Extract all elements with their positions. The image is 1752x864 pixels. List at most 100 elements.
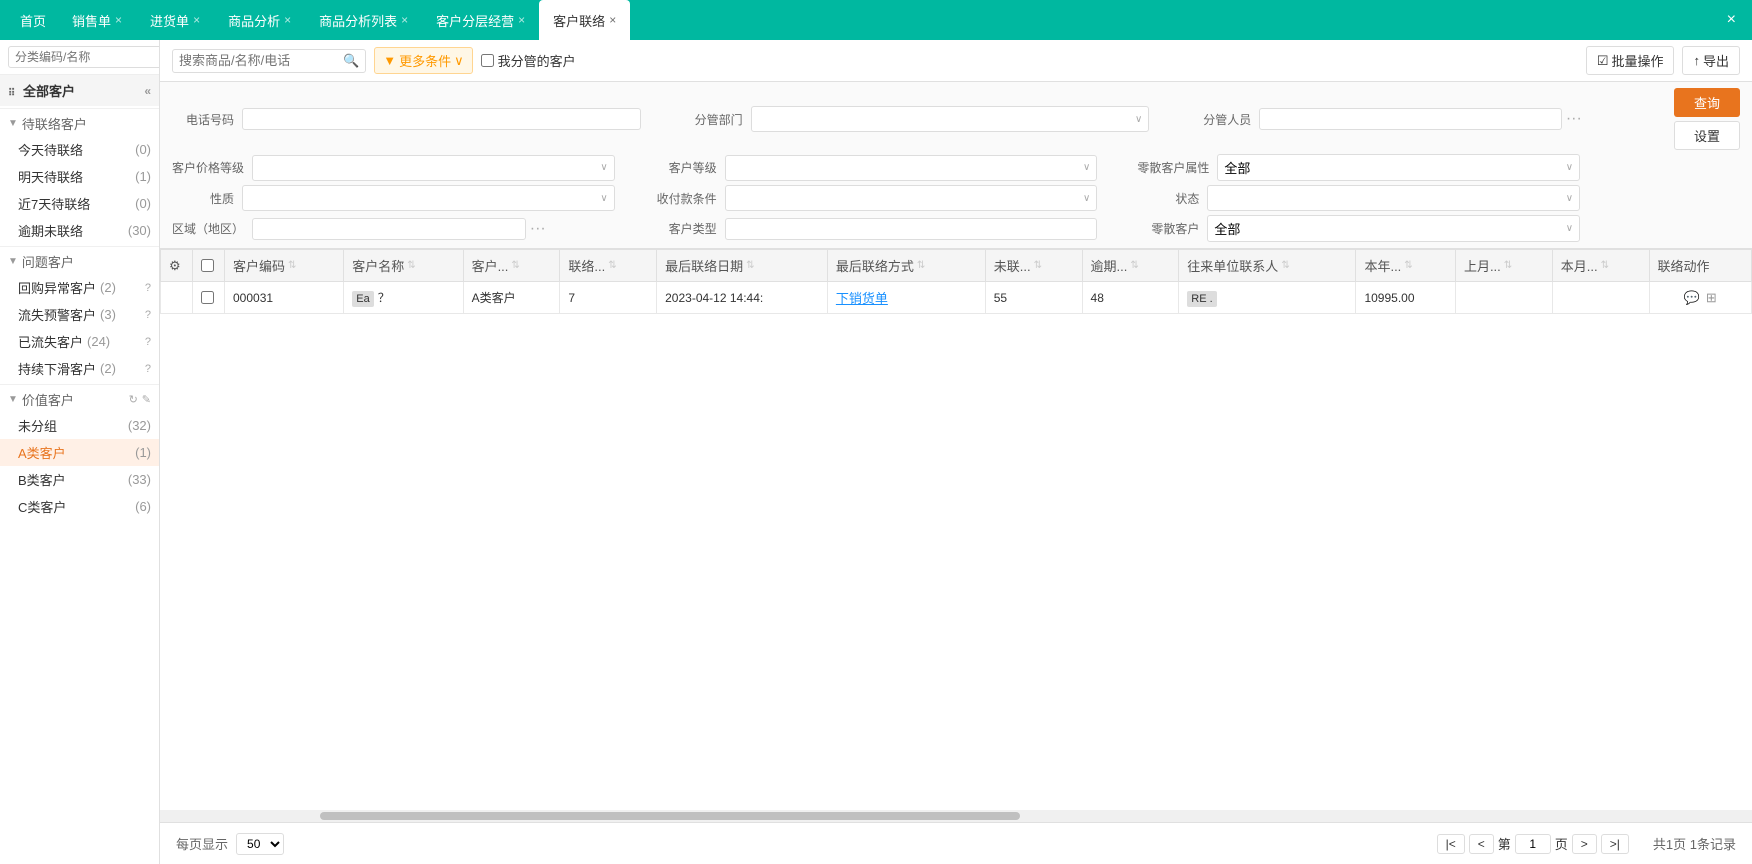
nature-select[interactable]: ∨ — [242, 185, 615, 211]
first-page-button[interactable]: |< — [1437, 834, 1465, 854]
col-check[interactable] — [193, 250, 225, 282]
person-ellipsis[interactable]: ··· — [1562, 110, 1586, 128]
col-person[interactable]: 往来单位联系人⇅ — [1179, 250, 1356, 282]
region-input[interactable] — [252, 218, 526, 240]
sidebar-search-input[interactable] — [8, 46, 160, 68]
col-type[interactable]: 客户...⇅ — [463, 250, 560, 282]
customer-type-input[interactable] — [725, 218, 1098, 240]
sidebar-item-declining[interactable]: 持续下滑客户 (2) ? — [0, 355, 159, 382]
select-all-checkbox[interactable] — [201, 259, 214, 272]
region-label: 区域（地区） — [172, 220, 252, 237]
payment-select[interactable]: ∨ — [725, 185, 1098, 211]
refresh-icon[interactable]: ↻ — [129, 393, 138, 406]
col-gear[interactable]: ⚙ — [161, 250, 193, 282]
nav-close-0[interactable]: × — [115, 13, 122, 27]
sidebar-item-churn-warn[interactable]: 流失预警客户 (3) ? — [0, 301, 159, 328]
main-layout: 🔍 ⠿ 全部客户 « ▼ 待联络客户 今天待联络 (0) 明天待联络 (1) 近… — [0, 40, 1752, 864]
more-filter-button[interactable]: ▼ 更多条件 ∨ — [374, 47, 472, 74]
row-last-method[interactable]: 下销货单 — [827, 282, 985, 314]
sidebar-item-churned[interactable]: 已流失客户 (24) ? — [0, 328, 159, 355]
nav-tab-3[interactable]: 商品分析列表 × — [305, 0, 422, 40]
nav-tab-0[interactable]: 销售单 × — [58, 0, 136, 40]
price-level-select[interactable]: ∨ — [252, 155, 615, 181]
setting-button[interactable]: 设置 — [1674, 121, 1740, 150]
next-page-button[interactable]: > — [1572, 834, 1597, 854]
col-code[interactable]: 客户编码⇅ — [225, 250, 344, 282]
group-problem-label[interactable]: ▼ 问题客户 — [0, 246, 159, 274]
sidebar-item-7days[interactable]: 近7天待联络 (0) — [0, 190, 159, 217]
my-customer-checkbox[interactable] — [481, 54, 494, 67]
filter-action-buttons: 查询 设置 — [1666, 88, 1740, 150]
region-ellipsis[interactable]: ··· — [526, 220, 550, 238]
export-icon: ↑ — [1693, 53, 1700, 68]
nav-close-5[interactable]: × — [609, 13, 616, 27]
filter-customer-type: 客户类型 — [655, 218, 1098, 240]
filter-status: 状态 ∨ — [1137, 185, 1580, 211]
export-button[interactable]: ↑ 导出 — [1682, 46, 1740, 75]
all-customers-header[interactable]: ⠿ 全部客户 « — [0, 75, 159, 106]
sidebar-item-today[interactable]: 今天待联络 (0) — [0, 136, 159, 163]
filter-row-4: 区域（地区） ··· 客户类型 零散客户 全部∨ — [172, 215, 1740, 242]
pagination: 每页显示 50 |< < 第 页 > >| 共1页 1条记录 — [160, 822, 1752, 864]
edit-icon[interactable]: ✎ — [142, 393, 151, 406]
group-pending-label[interactable]: ▼ 待联络客户 — [0, 108, 159, 136]
window-close-button[interactable]: × — [1719, 11, 1744, 29]
filter-search-input[interactable] — [179, 53, 339, 68]
dept-select[interactable]: ∨ — [751, 106, 1150, 132]
col-name[interactable]: 客户名称⇅ — [344, 250, 463, 282]
nav-close-1[interactable]: × — [193, 13, 200, 27]
phone-input[interactable] — [242, 108, 641, 130]
retail-attr-select[interactable]: 全部∨ — [1217, 154, 1580, 181]
col-contact[interactable]: 联络...⇅ — [560, 250, 657, 282]
sidebar-item-overdue[interactable]: 逾期未联络 (30) — [0, 217, 159, 244]
action-qr-icon[interactable]: ⊞ — [1706, 290, 1717, 306]
col-last-month[interactable]: 上月...⇅ — [1455, 250, 1552, 282]
row-checkbox[interactable] — [201, 291, 214, 304]
nav-tab-4[interactable]: 客户分层经营 × — [422, 0, 539, 40]
customer-level-select[interactable]: ∨ — [725, 155, 1098, 181]
col-last-method[interactable]: 最后联络方式⇅ — [827, 250, 985, 282]
page-number-input[interactable] — [1515, 834, 1551, 854]
table-header-row: ⚙ 客户编码⇅ 客户名称⇅ 客户...⇅ — [161, 250, 1752, 282]
sidebar-item-ungroup[interactable]: 未分组 (32) — [0, 412, 159, 439]
nav-tab-1[interactable]: 进货单 × — [136, 0, 214, 40]
nav-home[interactable]: 首页 — [8, 0, 58, 40]
action-chat-icon[interactable]: 💬 — [1684, 290, 1700, 306]
nav-close-4[interactable]: × — [518, 13, 525, 27]
filter-search-box: 🔍 — [172, 49, 366, 73]
status-select[interactable]: ∨ — [1207, 185, 1580, 211]
nav-tab-2[interactable]: 商品分析 × — [214, 0, 305, 40]
sidebar-item-repurchase[interactable]: 回购异常客户 (2) ? — [0, 274, 159, 301]
question-icon-3: ? — [145, 363, 151, 375]
payment-label: 收付款条件 — [655, 190, 725, 207]
customer-type-label: 客户类型 — [655, 220, 725, 237]
horizontal-scrollbar[interactable] — [160, 810, 1752, 822]
sidebar-item-b-class[interactable]: B类客户 (33) — [0, 466, 159, 493]
scrollbar-thumb[interactable] — [320, 812, 1020, 820]
query-button[interactable]: 查询 — [1674, 88, 1740, 117]
last-page-button[interactable]: >| — [1601, 834, 1629, 854]
nav-close-3[interactable]: × — [401, 13, 408, 27]
batch-op-button[interactable]: ☑ 批量操作 — [1586, 46, 1675, 75]
col-this-month[interactable]: 本月...⇅ — [1552, 250, 1649, 282]
content-area: 🔍 ▼ 更多条件 ∨ 我分管的客户 ☑ 批量操作 ↑ 导出 — [160, 40, 1752, 864]
filter-price-level: 客户价格等级 ∨ — [172, 155, 615, 181]
sidebar-item-tomorrow[interactable]: 明天待联络 (1) — [0, 163, 159, 190]
sidebar-item-c-class[interactable]: C类客户 (6) — [0, 493, 159, 520]
sidebar-item-a-class[interactable]: A类客户 (1) — [0, 439, 159, 466]
col-no-contact[interactable]: 未联...⇅ — [985, 250, 1082, 282]
filter-row-2: 客户价格等级 ∨ 客户等级 ∨ 零散客户属性 全部∨ — [172, 154, 1740, 181]
group-value-label[interactable]: ▼ 价值客户 ↻ ✎ — [0, 384, 159, 412]
retail-select[interactable]: 全部∨ — [1207, 215, 1580, 242]
prev-page-button[interactable]: < — [1469, 834, 1494, 854]
person-input[interactable] — [1259, 108, 1562, 130]
filter-search-icon[interactable]: 🔍 — [343, 53, 359, 69]
person-badge: RE . — [1187, 291, 1216, 307]
filter-phone: 电话号码 — [172, 108, 641, 130]
col-this-year[interactable]: 本年...⇅ — [1356, 250, 1455, 282]
nav-tab-5[interactable]: 客户联络 × — [539, 0, 630, 40]
nav-close-2[interactable]: × — [284, 13, 291, 27]
page-size-select[interactable]: 50 — [236, 833, 284, 855]
col-overdue[interactable]: 逾期...⇅ — [1082, 250, 1179, 282]
col-last-date[interactable]: 最后联络日期⇅ — [657, 250, 828, 282]
